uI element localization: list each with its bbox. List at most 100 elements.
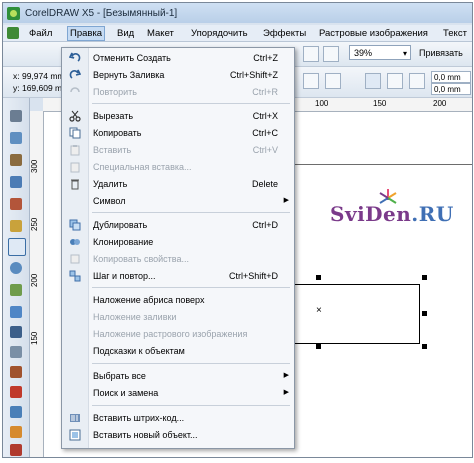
menu-item-overprint-bitmap[interactable]: Наложение растрового изображения — [62, 326, 294, 342]
freehand-tool-icon[interactable] — [10, 198, 22, 210]
menu-item-symbol[interactable]: Символ ▶ — [62, 193, 294, 209]
round-corner-button[interactable] — [365, 73, 381, 89]
logo-text-main: SviDen — [330, 202, 412, 226]
menu-effects[interactable]: Эффекты — [263, 28, 306, 39]
export-button[interactable] — [323, 46, 339, 62]
clone-icon — [70, 239, 80, 245]
menu-item-label: Клонирование — [93, 237, 154, 247]
window-title: CorelDRAW X5 - [Безымянный-1] — [25, 8, 178, 19]
coreldraw-app-icon — [7, 7, 20, 20]
menu-item-insert-object[interactable]: Вставить новый объект... — [62, 427, 294, 443]
menu-item-paste[interactable]: Вставить Ctrl+V — [62, 142, 294, 158]
menu-item-redo[interactable]: Вернуть Заливка Ctrl+Shift+Z — [62, 67, 294, 83]
menu-item-duplicate[interactable]: Дублировать Ctrl+D — [62, 217, 294, 233]
basic-shapes-tool-icon[interactable] — [10, 306, 22, 318]
corner-radius-field-1[interactable]: 0,0 mm — [431, 71, 471, 83]
outline-tool-icon[interactable] — [10, 444, 22, 456]
selection-handle[interactable] — [316, 275, 321, 280]
menu-view[interactable]: Вид — [117, 28, 134, 39]
menu-item-step-repeat[interactable]: Шаг и повтор... Ctrl+Shift+D — [62, 268, 294, 284]
menu-item-cut[interactable]: Вырезать Ctrl+X — [62, 108, 294, 124]
logo-text-domain: .RU — [411, 202, 454, 226]
menu-separator — [92, 287, 290, 288]
menu-item-label: Наложение растрового изображения — [93, 329, 248, 339]
ruler-label: 100 — [315, 99, 329, 108]
rectangle-tool-icon[interactable] — [8, 238, 26, 256]
menu-item-shortcut: Delete — [251, 179, 278, 189]
zoom-tool-icon[interactable] — [10, 176, 22, 188]
menu-separator — [92, 363, 290, 364]
menu-item-copy[interactable]: Копировать Ctrl+C — [62, 125, 294, 141]
menu-item-clone[interactable]: Клонирование — [62, 234, 294, 250]
menu-item-repeat[interactable]: Повторить Ctrl+R — [62, 84, 294, 100]
toolbox — [3, 98, 30, 457]
selected-rectangle[interactable] — [292, 284, 420, 344]
menu-item-insert-barcode[interactable]: Вставить штрих-код... — [62, 410, 294, 426]
submenu-arrow-icon: ▶ — [283, 197, 289, 204]
menu-item-label: Наложение заливки — [93, 312, 177, 322]
menu-file[interactable]: Файл — [29, 28, 52, 39]
ruler-label: 150 — [30, 331, 39, 345]
menu-item-label: Вырезать — [93, 111, 134, 121]
menu-item-delete[interactable]: Удалить Delete — [62, 176, 294, 192]
redo-icon — [69, 69, 81, 79]
menu-item-find-replace[interactable]: Поиск и замена ▶ — [62, 385, 294, 401]
menu-layout[interactable]: Макет — [147, 28, 174, 39]
dimension-tool-icon[interactable] — [10, 366, 22, 378]
menu-bitmaps[interactable]: Растровые изображения — [319, 28, 428, 39]
menu-item-select-all[interactable]: Выбрать все ▶ — [62, 368, 294, 384]
menu-item-shortcut: Ctrl+Z — [253, 53, 278, 63]
menu-item-label: Вставить штрих-код... — [93, 413, 185, 423]
menu-item-shortcut: Ctrl+Shift+D — [228, 271, 278, 281]
menu-edit[interactable]: Правка — [67, 26, 106, 41]
menu-item-label: Дублировать — [93, 220, 148, 230]
menu-item-label: Вставить новый объект... — [93, 430, 198, 440]
selection-handle[interactable] — [422, 311, 427, 316]
menu-arrange[interactable]: Упорядочить — [191, 28, 248, 39]
zoom-level-select[interactable]: 39% — [349, 45, 411, 61]
menu-item-copy-properties[interactable]: Копировать свойства... — [62, 251, 294, 267]
table-tool-icon[interactable] — [10, 346, 22, 358]
snap-to-dropdown[interactable]: Привязать — [419, 48, 463, 58]
menu-item-shortcut: Ctrl+C — [252, 128, 278, 138]
rotate-button[interactable] — [303, 73, 319, 89]
menu-item-label: Подсказки к объектам — [93, 346, 185, 356]
menu-text[interactable]: Текст — [443, 28, 467, 39]
menu-item-object-hints[interactable]: Подсказки к объектам — [62, 343, 294, 359]
ruler-label: 200 — [30, 273, 39, 287]
repeat-icon — [70, 87, 80, 93]
connector-tool-icon[interactable] — [10, 386, 22, 398]
vertical-ruler: 300 250 200 150 — [30, 111, 44, 457]
coreldraw-window: CorelDRAW X5 - [Безымянный-1] Файл Правк… — [2, 2, 473, 458]
blend-tool-icon[interactable] — [10, 406, 22, 418]
selection-center-marker: × — [316, 305, 322, 316]
chamfer-corner-button[interactable] — [409, 73, 425, 89]
text-tool-icon[interactable] — [10, 326, 22, 338]
menu-item-undo[interactable]: Отменить Создать Ctrl+Z — [62, 50, 294, 66]
menu-item-label: Выбрать все — [93, 371, 146, 381]
selection-handle[interactable] — [422, 344, 427, 349]
shape-tool-icon[interactable] — [10, 132, 22, 144]
pick-tool-icon[interactable] — [10, 110, 22, 122]
menu-item-overprint-outline[interactable]: Наложение абриса поверх — [62, 292, 294, 308]
polygon-tool-icon[interactable] — [10, 284, 22, 296]
smart-fill-tool-icon[interactable] — [10, 220, 22, 232]
document-menu-icon[interactable] — [7, 27, 19, 39]
edit-dropdown-menu: Отменить Создать Ctrl+Z Вернуть Заливка … — [61, 47, 295, 449]
menu-item-shortcut: Ctrl+R — [252, 87, 278, 97]
mirror-button[interactable] — [325, 73, 341, 89]
selection-handle[interactable] — [422, 275, 427, 280]
step-repeat-icon — [69, 270, 81, 282]
selection-handle[interactable] — [316, 344, 321, 349]
menu-item-label: Поиск и замена — [93, 388, 159, 398]
menu-item-overprint-fill[interactable]: Наложение заливки — [62, 309, 294, 325]
scallop-corner-button[interactable] — [387, 73, 403, 89]
crop-tool-icon[interactable] — [10, 154, 22, 166]
ellipse-tool-icon[interactable] — [10, 262, 22, 274]
eyedropper-tool-icon[interactable] — [10, 426, 22, 438]
menu-item-label: Копировать свойства... — [93, 254, 189, 264]
menu-item-paste-special[interactable]: Специальная вставка... — [62, 159, 294, 175]
corner-radius-field-2[interactable]: 0,0 mm — [431, 83, 471, 95]
import-button[interactable] — [303, 46, 319, 62]
x-coordinate[interactable]: x: 99,974 mm — [13, 71, 65, 81]
